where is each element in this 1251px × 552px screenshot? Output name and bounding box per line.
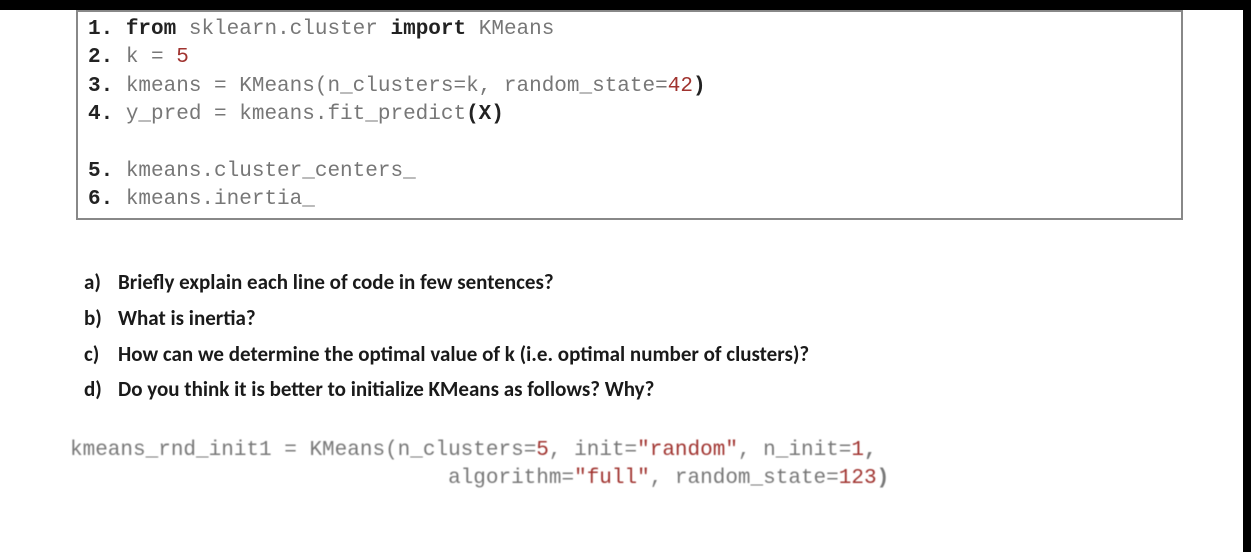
code-token: ) [693, 75, 706, 98]
line-number: 2. [88, 46, 113, 69]
code-text: kmeans_rnd_init1 = [70, 439, 309, 462]
code-text: , [864, 439, 877, 462]
code-line: 2. k = 5 [88, 44, 1171, 72]
code-token [113, 18, 126, 41]
question-item: b)What is inertia? [84, 302, 1183, 336]
code-text: , init= [549, 439, 637, 462]
question-label: a) [84, 266, 118, 300]
line-number: 1. [88, 18, 113, 41]
code-token: KMeans [479, 18, 555, 41]
code-token: kmeans.inertia_ [113, 188, 315, 211]
question-label: b) [84, 302, 118, 336]
code-line: 6. kmeans.inertia_ [88, 186, 1171, 214]
code-number: 1 [851, 439, 864, 462]
code-token: KMeans(n_clusters=k, random_state= [239, 75, 667, 98]
code-text: , random_state= [650, 467, 839, 490]
line-number: 4. [88, 103, 113, 126]
code-line: 3. kmeans = KMeans(n_clusters=k, random_… [88, 73, 1171, 101]
question-list: a)Briefly explain each line of code in f… [84, 266, 1183, 406]
code-pad [70, 467, 448, 490]
code-token: from [126, 18, 176, 41]
code-block: 1. from sklearn.cluster import KMeans2. … [76, 10, 1183, 220]
code-line: 5. kmeans.cluster_centers_ [88, 158, 1171, 186]
code-text: algorithm= [448, 467, 574, 490]
question-item: d)Do you think it is better to initializ… [84, 373, 1183, 407]
code-token: 42 [668, 75, 693, 98]
code-text: KMeans(n_clusters= [309, 439, 536, 462]
question-item: a)Briefly explain each line of code in f… [84, 266, 1183, 300]
code-token: import [391, 18, 467, 41]
question-label: d) [84, 373, 118, 407]
code-token: y_pred = kmeans.fit_predict [113, 103, 466, 126]
question-text: Briefly explain each line of code in few… [118, 266, 554, 300]
code-string: "random" [637, 439, 738, 462]
code-text: , n_init= [738, 439, 851, 462]
line-number: 6. [88, 188, 113, 211]
code-token: (X) [466, 103, 504, 126]
line-number: 5. [88, 160, 113, 183]
bottom-code-block: kmeans_rnd_init1 = KMeans(n_clusters=5, … [70, 437, 1183, 494]
code-token: 5 [176, 46, 189, 69]
code-number: 5 [536, 439, 549, 462]
code-number: 123 [839, 467, 877, 490]
code-line [88, 129, 1171, 157]
code-token: sklearn.cluster [176, 18, 390, 41]
question-item: c)How can we determine the optimal value… [84, 338, 1183, 372]
line-number: 3. [88, 75, 113, 98]
code-line: 1. from sklearn.cluster import KMeans [88, 16, 1171, 44]
question-text: Do you think it is better to initialize … [118, 373, 654, 407]
code-token [466, 18, 479, 41]
code-token: kmeans.cluster_centers_ [113, 160, 415, 183]
code-token: kmeans = [113, 75, 239, 98]
question-label: c) [84, 338, 118, 372]
code-text: ) [877, 467, 890, 490]
code-token: k = [113, 46, 176, 69]
code-line: 4. y_pred = kmeans.fit_predict(X) [88, 101, 1171, 129]
question-text: What is inertia? [118, 302, 256, 336]
code-string: "full" [574, 467, 650, 490]
question-text: How can we determine the optimal value o… [118, 338, 809, 372]
